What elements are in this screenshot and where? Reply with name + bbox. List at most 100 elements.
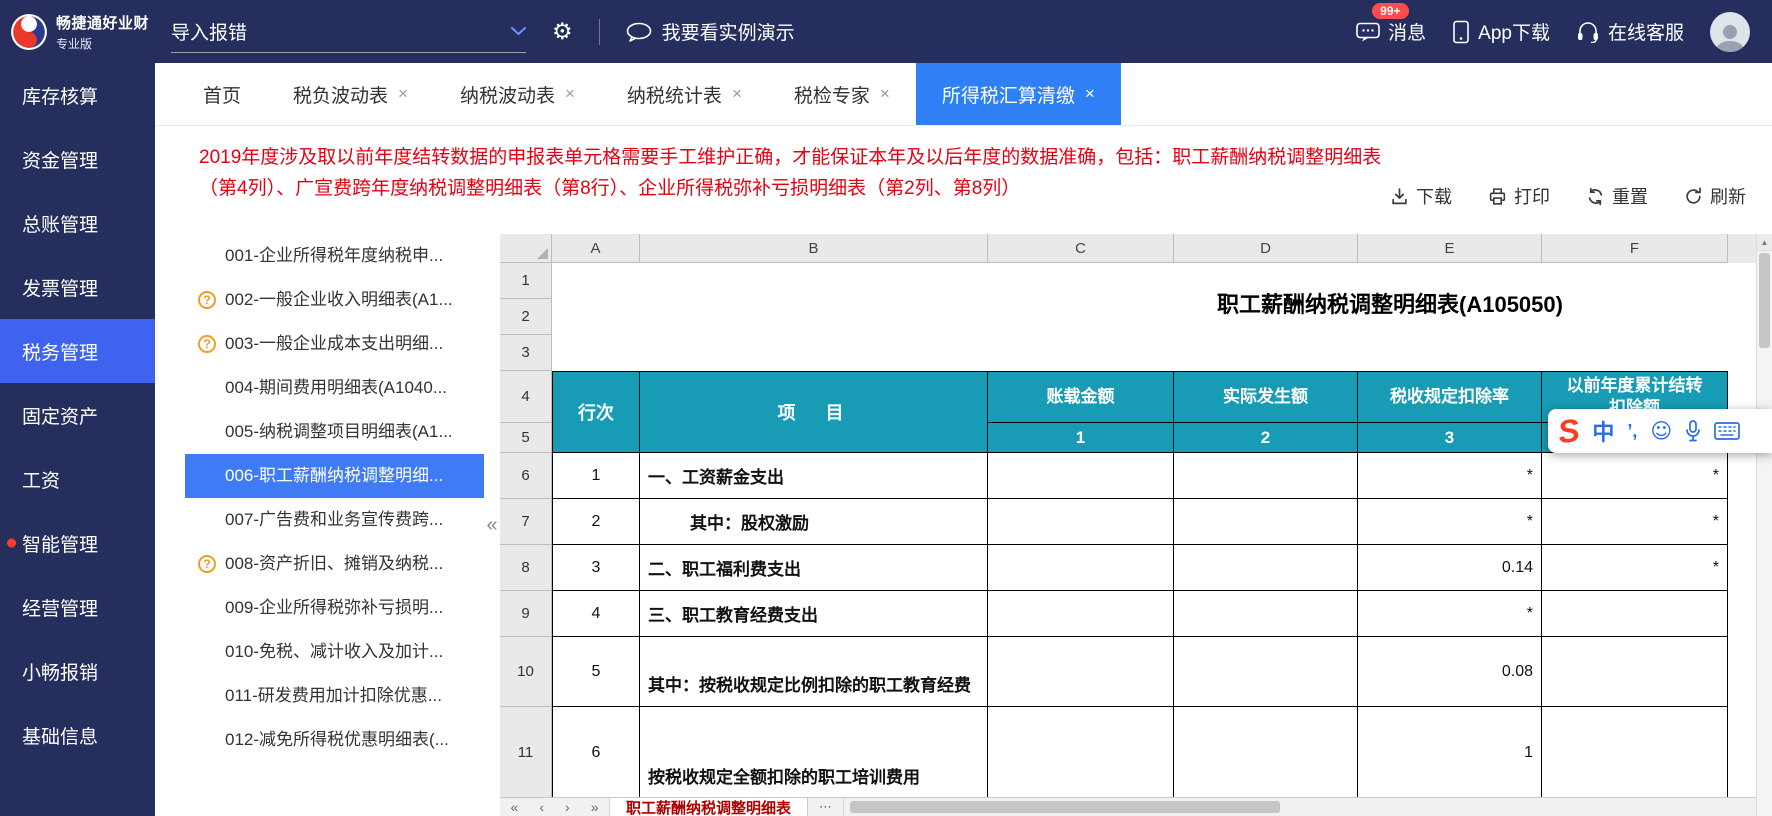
- messages-button[interactable]: 99+ 消息: [1356, 3, 1426, 45]
- help-icon[interactable]: ?: [198, 291, 216, 309]
- close-icon[interactable]: ×: [732, 84, 742, 104]
- header-col-num-2[interactable]: 2: [1174, 423, 1358, 453]
- column-header-E[interactable]: E: [1358, 234, 1542, 263]
- header-amount-book[interactable]: 账载金额: [988, 372, 1174, 423]
- cell-deduction-rate[interactable]: *: [1358, 453, 1542, 499]
- cell-amount-actual[interactable]: [1174, 591, 1358, 637]
- reset-button[interactable]: 重置: [1586, 158, 1648, 234]
- sidebar-item-general-ledger[interactable]: 总账管理: [0, 191, 155, 255]
- report-item-011[interactable]: 011-研发费用加计扣除优惠...: [185, 674, 484, 718]
- cell-amount-book[interactable]: [988, 591, 1174, 637]
- sidebar-item-smart-management[interactable]: 智能管理: [0, 511, 155, 575]
- cell-amount-book[interactable]: [988, 453, 1174, 499]
- sidebar-item-payroll[interactable]: 工资: [0, 447, 155, 511]
- report-item-002[interactable]: ? 002-一般企业收入明细表(A1...: [185, 278, 484, 322]
- cell-amount-book[interactable]: [988, 707, 1174, 797]
- print-button[interactable]: 打印: [1488, 158, 1550, 234]
- header-deduction-rate[interactable]: 税收规定扣除率: [1358, 372, 1542, 423]
- cell-amount-book[interactable]: [988, 637, 1174, 707]
- report-item-010[interactable]: 010-免税、减计收入及加计...: [185, 630, 484, 674]
- tab-tax-statistics[interactable]: 纳税统计表 ×: [601, 63, 768, 125]
- row-header-4[interactable]: 4: [500, 371, 552, 423]
- collapse-panel-handle[interactable]: «: [484, 234, 500, 816]
- cell-line-no[interactable]: 1: [552, 453, 640, 499]
- select-all-corner[interactable]: [500, 234, 552, 263]
- emoji-icon[interactable]: ☺: [1650, 419, 1672, 443]
- sidebar-item-tax[interactable]: 税务管理: [0, 319, 155, 383]
- row-header-7[interactable]: 7: [500, 499, 552, 545]
- gear-icon[interactable]: ⚙: [552, 19, 573, 45]
- row-header-5[interactable]: 5: [500, 423, 552, 453]
- cell-line-no[interactable]: 5: [552, 637, 640, 707]
- download-button[interactable]: 下载: [1390, 158, 1452, 234]
- cell-deduction-rate[interactable]: *: [1358, 591, 1542, 637]
- cell-line-no[interactable]: 3: [552, 545, 640, 591]
- report-item-005[interactable]: 005-纳税调整项目明细表(A1...: [185, 410, 484, 454]
- demo-link[interactable]: 我要看实例演示: [626, 18, 795, 45]
- blank-cells[interactable]: [552, 335, 1756, 371]
- row-header-2[interactable]: 2: [500, 299, 552, 335]
- help-icon[interactable]: ?: [198, 335, 216, 353]
- header-amount-actual[interactable]: 实际发生额: [1174, 372, 1358, 423]
- sidebar-item-expense[interactable]: 小畅报销: [0, 639, 155, 703]
- app-download-button[interactable]: App下载: [1452, 18, 1550, 45]
- report-item-007[interactable]: 007-广告费和业务宣传费跨...: [185, 498, 484, 542]
- sidebar-item-basic-info[interactable]: 基础信息: [0, 703, 155, 767]
- cell-amount-book[interactable]: [988, 545, 1174, 591]
- report-item-006[interactable]: 006-职工薪酬纳税调整明细...: [185, 454, 484, 498]
- cell-deduction-rate[interactable]: 1: [1358, 707, 1542, 797]
- first-sheet-icon[interactable]: «: [511, 800, 519, 814]
- row-header-10[interactable]: 10: [500, 637, 552, 707]
- sheet-tab[interactable]: 职工薪酬纳税调整明细表: [610, 798, 809, 816]
- sheet-tab-overflow[interactable]: ⋯: [808, 798, 845, 816]
- report-item-001[interactable]: 001-企业所得税年度纳税申...: [185, 234, 484, 278]
- cell-carryover[interactable]: *: [1542, 545, 1728, 591]
- cell-item[interactable]: 其中：按税收规定比例扣除的职工教育经费: [640, 637, 988, 707]
- cell-carryover[interactable]: [1542, 707, 1728, 797]
- sidebar-item-fixed-assets[interactable]: 固定资产: [0, 383, 155, 447]
- report-item-012[interactable]: 012-减免所得税优惠明细表(...: [185, 718, 484, 762]
- scroll-up-icon[interactable]: ▲: [1757, 234, 1772, 251]
- row-header-9[interactable]: 9: [500, 591, 552, 637]
- vertical-scrollbar-thumb[interactable]: [1759, 253, 1770, 348]
- cell-line-no[interactable]: 6: [552, 707, 640, 797]
- sidebar-item-operation[interactable]: 经营管理: [0, 575, 155, 639]
- refresh-button[interactable]: 刷新: [1684, 158, 1746, 234]
- row-header-6[interactable]: 6: [500, 453, 552, 499]
- cell-amount-actual[interactable]: [1174, 453, 1358, 499]
- cell-carryover[interactable]: *: [1542, 499, 1728, 545]
- ime-punctuation-toggle[interactable]: ’,: [1627, 421, 1637, 442]
- cell-line-no[interactable]: 2: [552, 499, 640, 545]
- cell-deduction-rate[interactable]: *: [1358, 499, 1542, 545]
- row-header-8[interactable]: 8: [500, 545, 552, 591]
- last-sheet-icon[interactable]: »: [591, 800, 599, 814]
- cell-deduction-rate[interactable]: 0.08: [1358, 637, 1542, 707]
- row-header-11[interactable]: 11: [500, 707, 552, 797]
- header-item[interactable]: 项 目: [640, 372, 988, 453]
- cell-amount-actual[interactable]: [1174, 545, 1358, 591]
- sidebar-item-inventory[interactable]: 库存核算: [0, 63, 155, 127]
- report-item-003[interactable]: ? 003-一般企业成本支出明细...: [185, 322, 484, 366]
- cell-carryover[interactable]: [1542, 637, 1728, 707]
- cell-amount-actual[interactable]: [1174, 499, 1358, 545]
- tab-tax-burden[interactable]: 税负波动表 ×: [267, 63, 434, 125]
- ime-language-toggle[interactable]: 中: [1592, 415, 1614, 447]
- cell-carryover[interactable]: [1542, 591, 1728, 637]
- row-header-1[interactable]: 1: [500, 263, 552, 299]
- sidebar-item-funds[interactable]: 资金管理: [0, 127, 155, 191]
- horizontal-scrollbar-thumb[interactable]: [850, 801, 1281, 813]
- import-error-select[interactable]: 导入报错: [171, 11, 526, 53]
- close-icon[interactable]: ×: [398, 84, 408, 104]
- prev-sheet-icon[interactable]: ‹: [539, 800, 544, 814]
- cell-carryover[interactable]: *: [1542, 453, 1728, 499]
- vertical-scrollbar[interactable]: ▲: [1756, 234, 1772, 816]
- header-col-num-3[interactable]: 3: [1358, 423, 1542, 453]
- tab-income-tax-settlement[interactable]: 所得税汇算清缴 ×: [915, 63, 1121, 125]
- cell-deduction-rate[interactable]: 0.14: [1358, 545, 1542, 591]
- report-item-004[interactable]: 004-期间费用明细表(A1040...: [185, 366, 484, 410]
- cell-item[interactable]: 二、职工福利费支出: [640, 545, 988, 591]
- column-header-A[interactable]: A: [552, 234, 640, 263]
- column-header-D[interactable]: D: [1174, 234, 1358, 263]
- next-sheet-icon[interactable]: ›: [565, 800, 570, 814]
- online-service-button[interactable]: 在线客服: [1576, 18, 1684, 45]
